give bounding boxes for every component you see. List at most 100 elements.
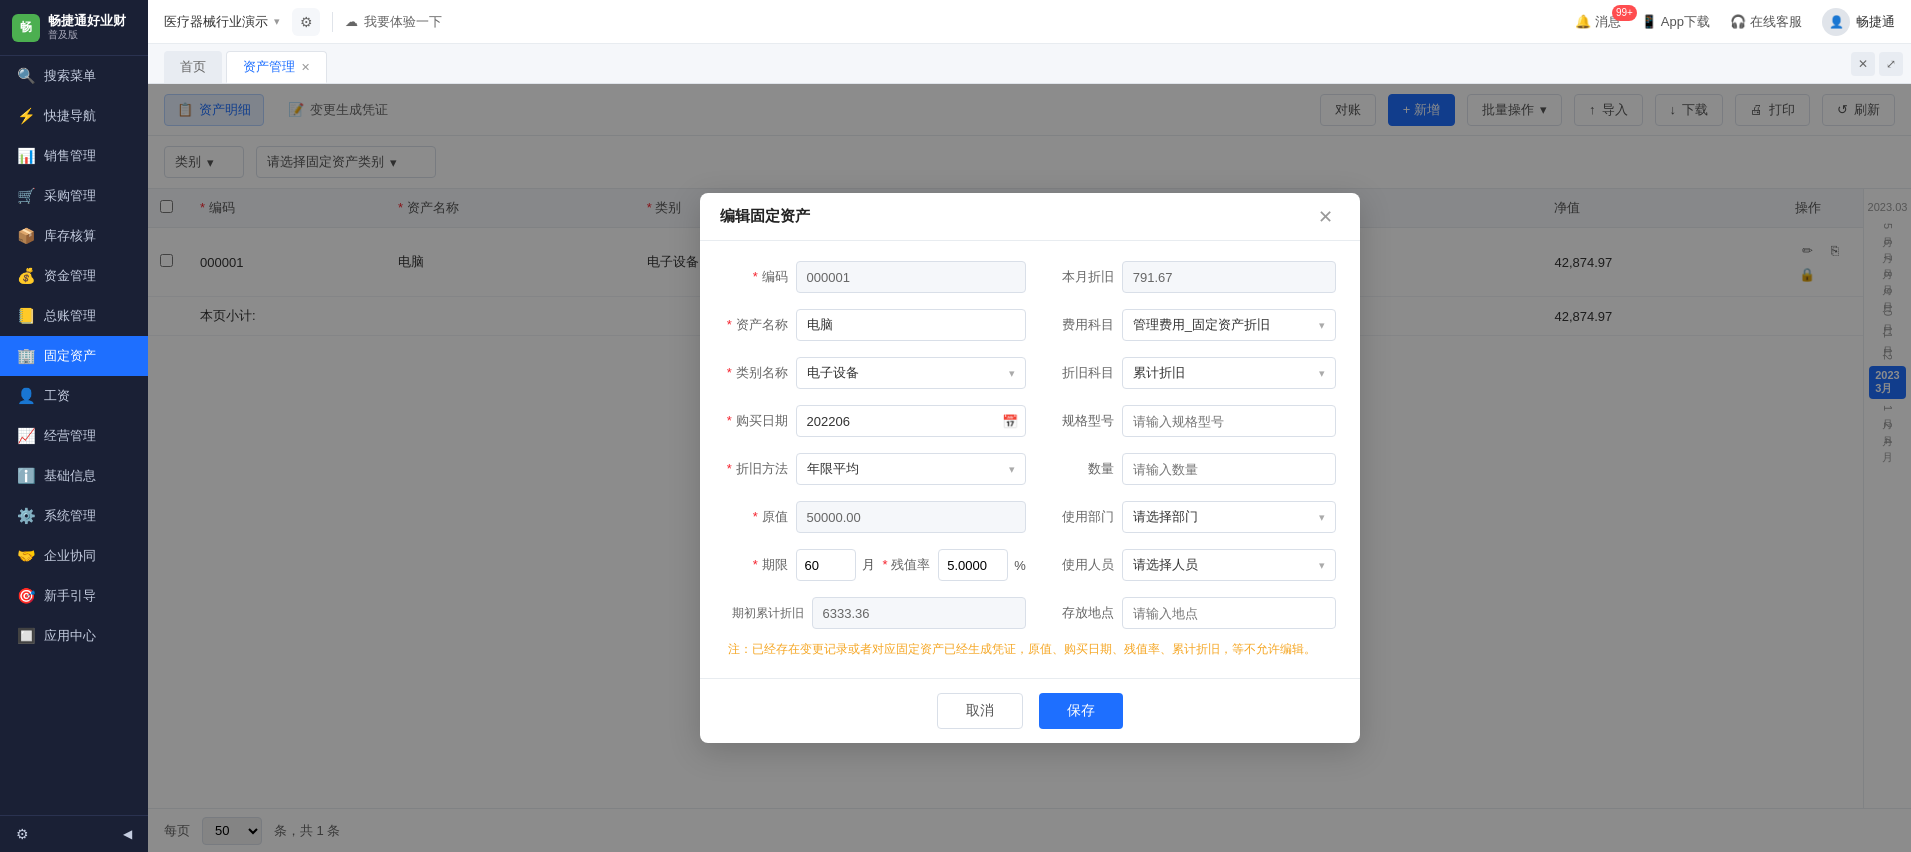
sidebar-item-finance[interactable]: 💰 资金管理: [0, 256, 148, 296]
sidebar-item-ledger[interactable]: 📒 总账管理: [0, 296, 148, 336]
modal-close-btn[interactable]: ✕: [1312, 203, 1340, 231]
sidebar-nav: 🔍 搜索菜单 ⚡ 快捷导航 📊 销售管理 🛒 采购管理 📦 库存核算 💰 资金管…: [0, 56, 148, 815]
company-selector[interactable]: 医疗器械行业演示 ▾: [164, 13, 280, 31]
online-service-btn[interactable]: 🎧 在线客服: [1730, 13, 1802, 31]
residual-field: %: [938, 549, 1026, 581]
expense-select[interactable]: 管理费用_固定资产折旧 ▾: [1122, 309, 1336, 341]
form-row-person: 使用人员 请选择人员 ▾: [1050, 549, 1336, 581]
initial-dep-label: 期初累计折旧: [724, 605, 804, 622]
dep-method-label: 折旧方法: [724, 460, 788, 478]
chevron-down-icon: ▾: [1009, 463, 1015, 476]
sidebar-item-label: 总账管理: [44, 307, 96, 325]
spec-input[interactable]: [1122, 405, 1336, 437]
purchase-icon: 🛒: [16, 186, 36, 206]
sidebar-item-label: 库存核算: [44, 227, 96, 245]
topbar-right: 🔔 消息 99+ 📱 App下载 🎧 在线客服 👤 畅捷通: [1575, 8, 1895, 36]
fixed-icon: 🏢: [16, 346, 36, 366]
original-value-input[interactable]: [796, 501, 1026, 533]
tab-prev-btn[interactable]: ✕: [1851, 52, 1875, 76]
sidebar-item-label: 新手引导: [44, 587, 96, 605]
settings-icon[interactable]: ⚙: [16, 826, 29, 842]
finance-icon: 💰: [16, 266, 36, 286]
quantity-input[interactable]: [1122, 453, 1336, 485]
main-area: 医疗器械行业演示 ▾ ⚙ ☁ 我要体验一下 🔔 消息 99+ 📱 App下载 🎧…: [148, 0, 1911, 852]
tab-asset-label: 资产管理: [243, 58, 295, 76]
sidebar-footer: ⚙ ◀: [0, 815, 148, 852]
search-icon: 🔍: [16, 66, 36, 86]
experience-btn[interactable]: ☁ 我要体验一下: [345, 13, 442, 31]
department-select[interactable]: 请选择部门 ▾: [1122, 501, 1336, 533]
cancel-button[interactable]: 取消: [937, 693, 1023, 729]
save-button[interactable]: 保存: [1039, 693, 1123, 729]
tabs-controls: ✕ ⤢: [1851, 52, 1903, 76]
asset-name-input[interactable]: [796, 309, 1026, 341]
asset-name-label: 资产名称: [724, 316, 788, 334]
chevron-down-icon: ▾: [1009, 367, 1015, 380]
sidebar-item-operations[interactable]: 📈 经营管理: [0, 416, 148, 456]
sidebar-item-apps[interactable]: 🔲 应用中心: [0, 616, 148, 656]
residual-input[interactable]: [938, 549, 1008, 581]
avatar: 👤: [1822, 8, 1850, 36]
guide-icon: 🎯: [16, 586, 36, 606]
location-input[interactable]: [1122, 597, 1336, 629]
initial-dep-input[interactable]: [812, 597, 1026, 629]
app-download-btn[interactable]: 📱 App下载: [1641, 13, 1710, 31]
headset-icon: 🎧: [1730, 14, 1746, 29]
person-select[interactable]: 请选择人员 ▾: [1122, 549, 1336, 581]
expense-value: 管理费用_固定资产折旧: [1133, 316, 1270, 334]
modal-note: 注：已经存在变更记录或者对应固定资产已经生成凭证，原值、购买日期、残值率、累计折…: [724, 641, 1336, 658]
form-row-method: 折旧方法 年限平均 ▾: [724, 453, 1026, 485]
purchase-date-label: 购买日期: [724, 412, 788, 430]
settings-button[interactable]: ⚙: [292, 8, 320, 36]
sidebar-item-payroll[interactable]: 👤 工资: [0, 376, 148, 416]
form-row-expense: 费用科目 管理费用_固定资产折旧 ▾: [1050, 309, 1336, 341]
category-select[interactable]: 电子设备 ▾: [796, 357, 1026, 389]
edit-modal: 编辑固定资产 ✕ 编码: [700, 193, 1360, 743]
notification-btn[interactable]: 🔔 消息 99+: [1575, 13, 1621, 31]
category-value: 电子设备: [807, 364, 859, 382]
form-row-code: 编码: [724, 261, 1026, 293]
sidebar-item-quicknav[interactable]: ⚡ 快捷导航: [0, 96, 148, 136]
sidebar-item-guide[interactable]: 🎯 新手引导: [0, 576, 148, 616]
experience-icon: ☁: [345, 14, 358, 29]
form-row-spec: 规格型号: [1050, 405, 1336, 437]
code-input[interactable]: [796, 261, 1026, 293]
sidebar-item-label: 工资: [44, 387, 70, 405]
modal-header: 编辑固定资产 ✕: [700, 193, 1360, 241]
sidebar-item-label: 企业协同: [44, 547, 96, 565]
residual-unit: %: [1014, 558, 1026, 573]
period-input[interactable]: [796, 549, 856, 581]
sidebar-item-fixed[interactable]: 🏢 固定资产: [0, 336, 148, 376]
dep-account-label: 折旧科目: [1050, 364, 1114, 382]
tab-close-icon[interactable]: ✕: [301, 61, 310, 74]
sidebar-item-system[interactable]: ⚙️ 系统管理: [0, 496, 148, 536]
purchase-date-input[interactable]: [796, 405, 1026, 437]
tab-asset[interactable]: 资产管理 ✕: [226, 51, 327, 83]
sidebar-item-coop[interactable]: 🤝 企业协同: [0, 536, 148, 576]
sidebar-item-basics[interactable]: ℹ️ 基础信息: [0, 456, 148, 496]
sidebar-item-purchase[interactable]: 🛒 采购管理: [0, 176, 148, 216]
form-row-quantity: 数量: [1050, 453, 1336, 485]
dep-method-select[interactable]: 年限平均 ▾: [796, 453, 1026, 485]
sidebar-item-label: 经营管理: [44, 427, 96, 445]
apps-icon: 🔲: [16, 626, 36, 646]
divider: [332, 12, 333, 32]
collapse-icon[interactable]: ◀: [123, 827, 132, 841]
user-menu[interactable]: 👤 畅捷通: [1822, 8, 1895, 36]
sidebar-item-search[interactable]: 🔍 搜索菜单: [0, 56, 148, 96]
sidebar-item-label: 系统管理: [44, 507, 96, 525]
sidebar-item-label: 基础信息: [44, 467, 96, 485]
quantity-label: 数量: [1050, 460, 1114, 478]
sidebar-item-sales[interactable]: 📊 销售管理: [0, 136, 148, 176]
code-label: 编码: [724, 268, 788, 286]
person-placeholder: 请选择人员: [1133, 556, 1198, 574]
original-label: 原值: [724, 508, 788, 526]
sidebar: 畅 畅捷通好业财 普及版 🔍 搜索菜单 ⚡ 快捷导航 📊 销售管理 🛒 采购管理…: [0, 0, 148, 852]
spec-label: 规格型号: [1050, 412, 1114, 430]
sidebar-item-inventory[interactable]: 📦 库存核算: [0, 216, 148, 256]
tab-home[interactable]: 首页: [164, 51, 222, 83]
tab-next-btn[interactable]: ⤢: [1879, 52, 1903, 76]
dep-account-select[interactable]: 累计折旧 ▾: [1122, 357, 1336, 389]
residual-label: 残值率: [883, 556, 931, 574]
quicknav-icon: ⚡: [16, 106, 36, 126]
